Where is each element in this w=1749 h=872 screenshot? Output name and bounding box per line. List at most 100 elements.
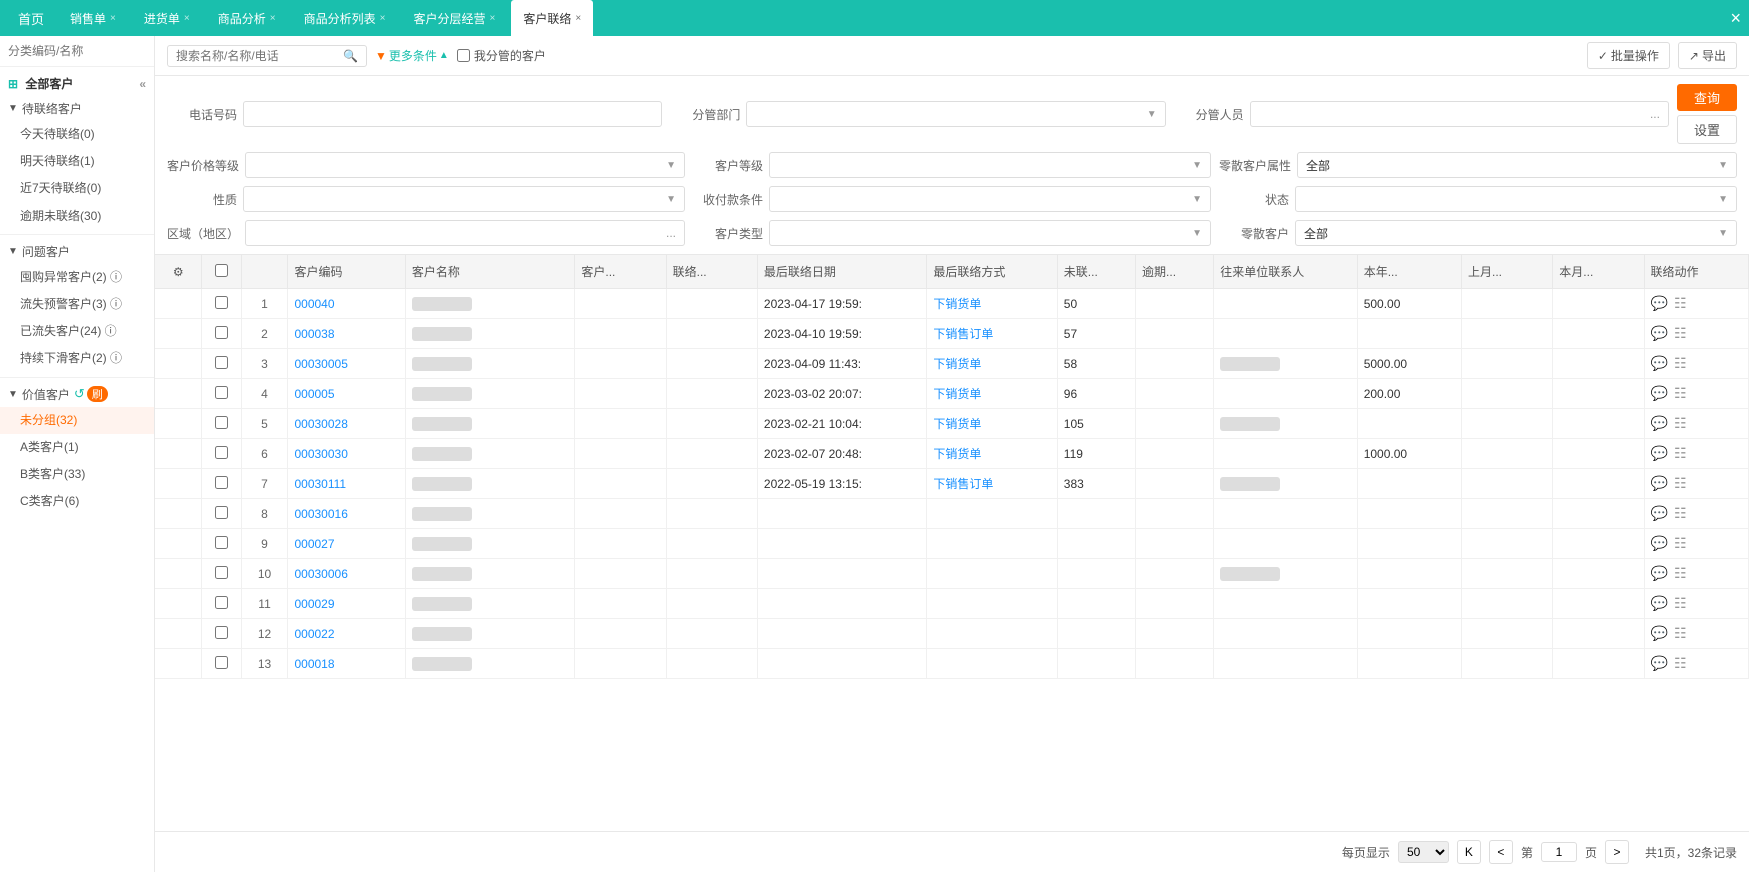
message-icon[interactable]: 💬: [1651, 655, 1668, 672]
contact-way-link[interactable]: 下销售订单: [933, 327, 993, 341]
retail-select[interactable]: 全部▼: [1295, 220, 1737, 246]
my-customers-filter[interactable]: 我分管的客户: [457, 47, 546, 64]
check-cell[interactable]: [202, 319, 241, 349]
check-cell[interactable]: [202, 529, 241, 559]
phone-input[interactable]: [243, 101, 662, 127]
contact-way-link[interactable]: 下销货单: [933, 387, 981, 401]
row-checkbox[interactable]: [215, 506, 228, 519]
sidebar-item-declining[interactable]: 持续下滑客户(2) ⓘ: [0, 345, 154, 372]
message-icon[interactable]: 💬: [1651, 385, 1668, 402]
grid-icon[interactable]: ☷: [1674, 625, 1687, 642]
message-icon[interactable]: 💬: [1651, 415, 1668, 432]
contact-way-link[interactable]: 下销货单: [933, 447, 981, 461]
message-icon[interactable]: 💬: [1651, 445, 1668, 462]
status-select[interactable]: ▼: [1295, 186, 1737, 212]
message-icon[interactable]: 💬: [1651, 295, 1668, 312]
check-cell[interactable]: [202, 589, 241, 619]
message-icon[interactable]: 💬: [1651, 595, 1668, 612]
check-cell[interactable]: [202, 349, 241, 379]
grid-icon[interactable]: ☷: [1674, 595, 1687, 612]
sidebar-item-ungroup[interactable]: 未分组(32): [0, 407, 154, 434]
main-search-input[interactable]: [176, 49, 339, 63]
grid-icon[interactable]: ☷: [1674, 445, 1687, 462]
check-cell[interactable]: [202, 439, 241, 469]
region-dots[interactable]: ...: [245, 220, 685, 246]
row-checkbox[interactable]: [215, 596, 228, 609]
price-level-select[interactable]: ▼: [245, 152, 685, 178]
check-cell[interactable]: [202, 289, 241, 319]
close-icon[interactable]: ×: [380, 13, 386, 24]
check-cell[interactable]: [202, 379, 241, 409]
manager-dots[interactable]: ...: [1250, 101, 1669, 127]
sidebar-search-input[interactable]: [8, 44, 155, 58]
check-cell[interactable]: [202, 649, 241, 679]
nav-home[interactable]: 首页: [8, 5, 54, 32]
page-input[interactable]: 1: [1541, 842, 1577, 862]
problem-customers-group[interactable]: ▼ 问题客户: [0, 239, 154, 264]
message-icon[interactable]: 💬: [1651, 535, 1668, 552]
close-icon[interactable]: ×: [110, 13, 116, 24]
contact-way-link[interactable]: 下销货单: [933, 357, 981, 371]
check-cell[interactable]: [202, 499, 241, 529]
message-icon[interactable]: 💬: [1651, 475, 1668, 492]
row-checkbox[interactable]: [215, 446, 228, 459]
message-icon[interactable]: 💬: [1651, 355, 1668, 372]
close-icon[interactable]: ×: [489, 13, 495, 24]
row-checkbox[interactable]: [215, 296, 228, 309]
customer-level-select[interactable]: ▼: [769, 152, 1211, 178]
pending-contact-group[interactable]: ▼ 待联络客户: [0, 96, 154, 121]
grid-icon[interactable]: ☷: [1674, 535, 1687, 552]
row-checkbox[interactable]: [215, 626, 228, 639]
more-conditions-btn[interactable]: ▼ 更多条件 ▲: [375, 47, 449, 64]
tab-customer-tier[interactable]: 客户分层经营 ×: [401, 0, 507, 36]
check-cell[interactable]: [202, 469, 241, 499]
payment-select[interactable]: ▼: [769, 186, 1211, 212]
tab-customer-contact[interactable]: 客户联络 ×: [511, 0, 593, 36]
refresh-icon[interactable]: ↺: [74, 386, 85, 402]
grid-icon[interactable]: ☷: [1674, 355, 1687, 372]
grid-icon[interactable]: ☷: [1674, 475, 1687, 492]
prev-page-btn[interactable]: <: [1489, 840, 1513, 864]
row-checkbox[interactable]: [215, 476, 228, 489]
check-cell[interactable]: [202, 409, 241, 439]
dept-select[interactable]: ▼: [746, 101, 1165, 127]
all-customers-header[interactable]: ⊞ 全部客户 «: [0, 67, 154, 96]
sidebar-item-churned[interactable]: 已流失客户(24) ⓘ: [0, 318, 154, 345]
sidebar-item-hoarding[interactable]: 囤购异常客户(2) ⓘ: [0, 264, 154, 291]
sidebar-item-churn-warning[interactable]: 流失预警客户(3) ⓘ: [0, 291, 154, 318]
retail-attr-select[interactable]: 全部▼: [1297, 152, 1737, 178]
page-size-select[interactable]: 50 20 100: [1398, 841, 1449, 863]
grid-icon[interactable]: ☷: [1674, 295, 1687, 312]
nature-select[interactable]: ▼: [243, 186, 685, 212]
close-icon[interactable]: ×: [575, 13, 581, 24]
row-checkbox[interactable]: [215, 536, 228, 549]
first-page-btn[interactable]: K: [1457, 840, 1481, 864]
customer-type-select[interactable]: ▼: [769, 220, 1211, 246]
check-column-header[interactable]: [202, 255, 241, 289]
check-cell[interactable]: [202, 559, 241, 589]
grid-icon[interactable]: ☷: [1674, 325, 1687, 342]
my-customers-checkbox[interactable]: [457, 49, 470, 62]
grid-icon[interactable]: ☷: [1674, 655, 1687, 672]
contact-way-link[interactable]: 下销货单: [933, 297, 981, 311]
grid-icon[interactable]: ☷: [1674, 415, 1687, 432]
select-all-checkbox[interactable]: [215, 264, 228, 277]
grid-icon[interactable]: ☷: [1674, 385, 1687, 402]
tab-product-analysis-list[interactable]: 商品分析列表 ×: [292, 0, 398, 36]
contact-way-link[interactable]: 下销售订单: [933, 477, 993, 491]
tab-product-analysis[interactable]: 商品分析 ×: [206, 0, 288, 36]
search-icon[interactable]: 🔍: [343, 49, 358, 63]
collapse-icon[interactable]: «: [139, 77, 146, 91]
tab-sales-order[interactable]: 销售单 ×: [58, 0, 128, 36]
main-search-box[interactable]: 🔍: [167, 45, 367, 67]
message-icon[interactable]: 💬: [1651, 625, 1668, 642]
sidebar-item-class-a[interactable]: A类客户(1): [0, 434, 154, 461]
sidebar-item-overdue[interactable]: 逾期未联络(30): [0, 203, 154, 230]
message-icon[interactable]: 💬: [1651, 325, 1668, 342]
query-button[interactable]: 查询: [1677, 84, 1737, 111]
message-icon[interactable]: 💬: [1651, 505, 1668, 522]
next-page-btn[interactable]: >: [1605, 840, 1629, 864]
export-button[interactable]: ↗ 导出: [1678, 42, 1737, 69]
tab-purchase-order[interactable]: 进货单 ×: [132, 0, 202, 36]
sidebar-item-today[interactable]: 今天待联络(0): [0, 121, 154, 148]
